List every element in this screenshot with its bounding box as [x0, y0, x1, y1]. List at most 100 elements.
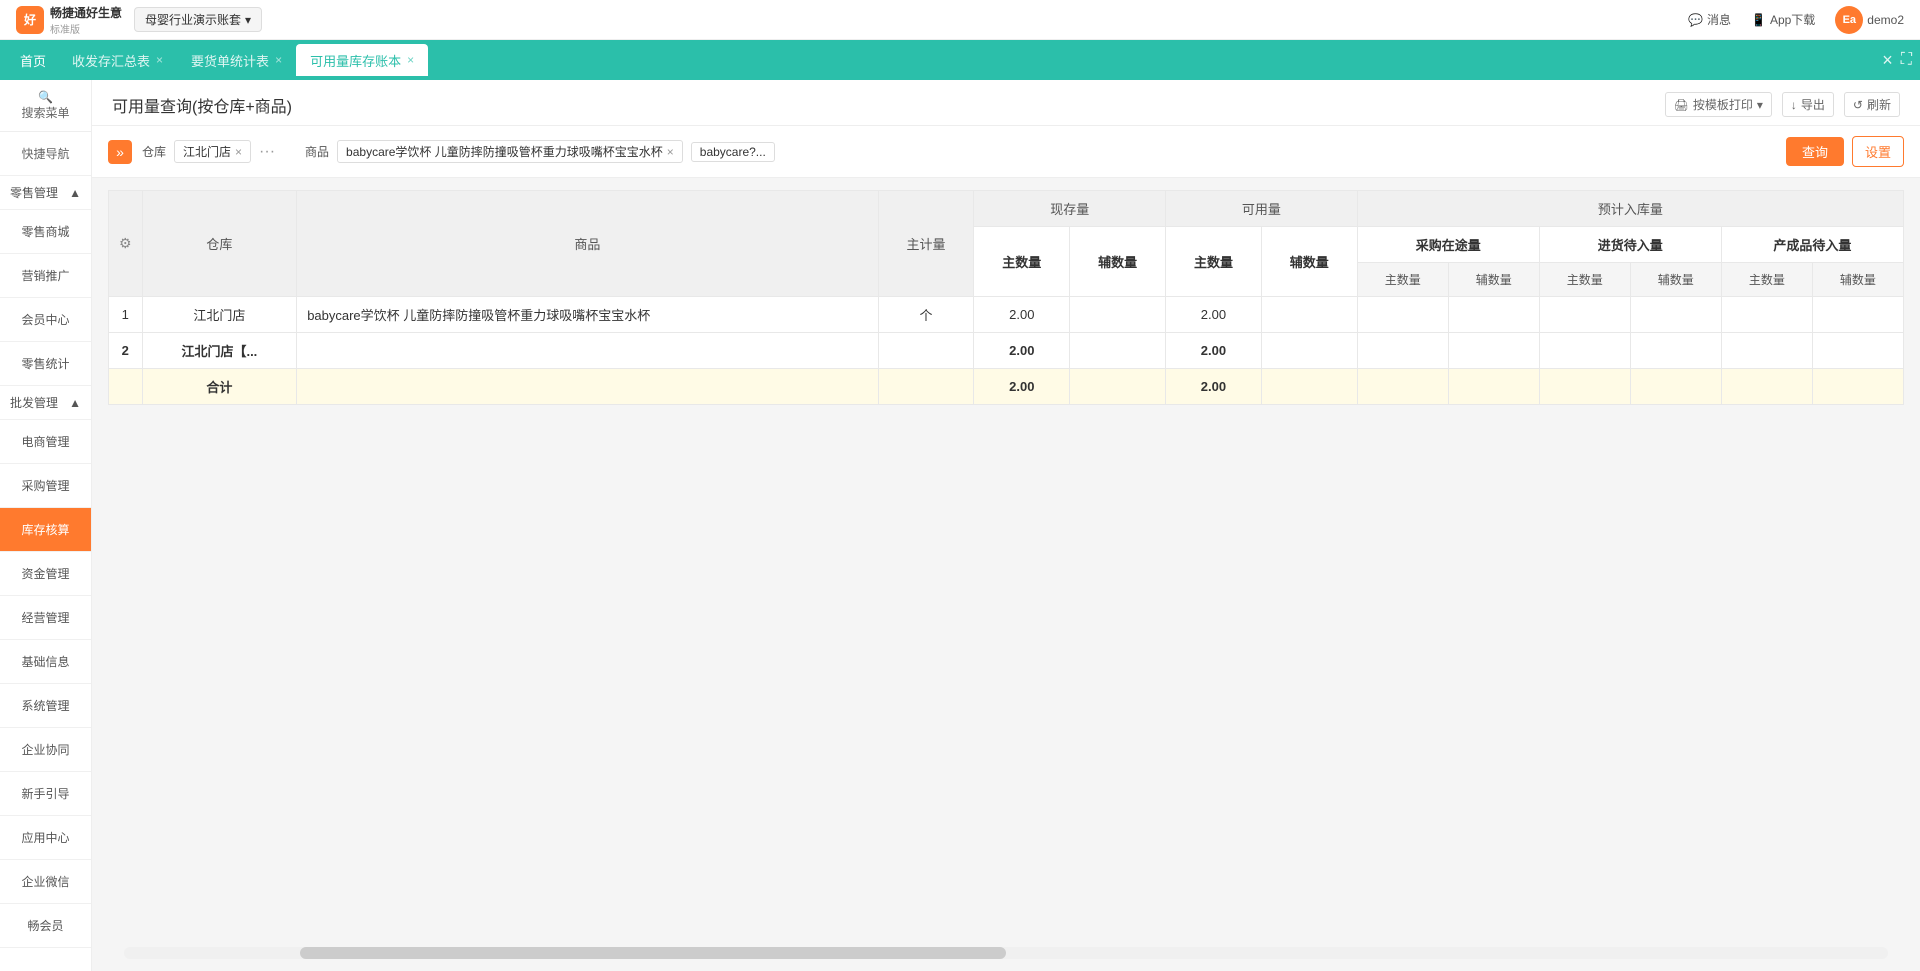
- total-pur2: [1448, 369, 1539, 405]
- sidebar-item-finance[interactable]: 资金管理: [0, 552, 91, 596]
- sidebar-item-enterprise[interactable]: 企业协同: [0, 728, 91, 772]
- print-btn[interactable]: 🖨 按模板打印 ▾: [1665, 92, 1772, 117]
- total-pur1: [1357, 369, 1448, 405]
- sidebar-item-retail-stats[interactable]: 零售统计: [0, 342, 91, 386]
- row2-warehouse: 江北门店【...: [142, 333, 297, 369]
- scrollbar-thumb[interactable]: [300, 947, 1006, 959]
- ecommerce-label: 电商管理: [21, 433, 69, 450]
- sidebar-search[interactable]: 🔍 搜索菜单: [0, 80, 91, 132]
- total-inc1: [1539, 369, 1630, 405]
- product-label: 商品: [305, 143, 329, 160]
- table-row: 2 江北门店【... 2.00 2.00: [109, 333, 1904, 369]
- row2-incoming-main: [1539, 333, 1630, 369]
- row1-product-main: [1721, 297, 1812, 333]
- logo-area: 好 畅捷通好生意 标准版: [16, 4, 122, 36]
- close-all-icon[interactable]: ×: [1882, 50, 1893, 71]
- print-icon: 🖨: [1674, 98, 1689, 112]
- th-settings: ⚙: [109, 191, 143, 297]
- avatar: Ea: [1835, 6, 1863, 34]
- product-tag2[interactable]: babycare?...: [691, 142, 775, 162]
- app-download-btn[interactable]: 📱 App下载: [1751, 11, 1815, 28]
- fullscreen-icon[interactable]: ⛶: [1901, 51, 1912, 69]
- filter-buttons: 查询 设置: [1786, 136, 1904, 167]
- warehouse-tag-close[interactable]: ×: [235, 145, 242, 159]
- total-label: 合计: [142, 369, 297, 405]
- row2-product: [297, 333, 878, 369]
- tab-summary-close[interactable]: ×: [156, 53, 163, 67]
- row2-product-aux: [1812, 333, 1903, 369]
- sidebar-item-retail-mgmt[interactable]: 零售管理 ▲: [0, 176, 91, 210]
- total-current-aux: [1070, 369, 1166, 405]
- print-label: 按模板打印: [1693, 96, 1753, 113]
- tab-summary[interactable]: 收发存汇总表 ×: [58, 44, 177, 76]
- enterprise-label: 企业协同: [21, 741, 69, 758]
- message-label: 消息: [1707, 11, 1731, 28]
- total-empty3: [878, 369, 974, 405]
- tab-available-stock[interactable]: 可用量库存账本 ×: [296, 44, 428, 76]
- message-btn[interactable]: 💬 消息: [1688, 11, 1731, 28]
- sidebar-quick-nav[interactable]: 快捷导航: [0, 132, 91, 176]
- industry-selector[interactable]: 母婴行业演示账套 ▾: [134, 7, 262, 32]
- product-tag1[interactable]: babycare学饮杯 儿童防摔防撞吸管杯重力球吸嘴杯宝宝水杯 ×: [337, 140, 683, 163]
- row1-current-main: 2.00: [974, 297, 1070, 333]
- refresh-btn[interactable]: ↺ 刷新: [1844, 92, 1900, 117]
- app-tag: 标准版: [50, 21, 122, 36]
- row2-current-main: 2.00: [974, 333, 1070, 369]
- sidebar-item-marketing[interactable]: 营销推广: [0, 254, 91, 298]
- filter-toggle[interactable]: »: [108, 140, 132, 164]
- total-available-aux: [1261, 369, 1357, 405]
- data-table: ⚙ 仓库 商品 主计量 现存量 可用量 预计入库量 主数量 辅数量 主数量 辅数…: [108, 190, 1904, 405]
- row2-available-aux: [1261, 333, 1357, 369]
- export-btn[interactable]: ↓ 导出: [1782, 92, 1834, 117]
- content-area: 可用量查询(按仓库+商品) 🖨 按模板打印 ▾ ↓ 导出 ↺ 刷新 »: [92, 80, 1920, 971]
- sidebar-item-purchase[interactable]: 采购管理: [0, 464, 91, 508]
- top-bar-right: 💬 消息 📱 App下载 Ea demo2: [1688, 6, 1904, 34]
- total-empty2: [297, 369, 878, 405]
- th-current-stock: 现存量: [974, 191, 1166, 227]
- sidebar-item-operations[interactable]: 经营管理: [0, 596, 91, 640]
- sidebar-item-newbie[interactable]: 新手引导: [0, 772, 91, 816]
- finance-label: 资金管理: [21, 565, 69, 582]
- sidebar-item-member[interactable]: 畅会员: [0, 904, 91, 948]
- sidebar-item-membership[interactable]: 会员中心: [0, 298, 91, 342]
- tab-home[interactable]: 首页: [8, 44, 58, 76]
- sidebar-item-basic-info[interactable]: 基础信息: [0, 640, 91, 684]
- row1-available-aux: [1261, 297, 1357, 333]
- tab-available-stock-close[interactable]: ×: [407, 53, 414, 67]
- sidebar-item-retail-mall[interactable]: 零售商城: [0, 210, 91, 254]
- refresh-icon: ↺: [1853, 98, 1863, 112]
- member-label: 畅会员: [27, 917, 63, 934]
- row1-product-aux: [1812, 297, 1903, 333]
- th-planned-in: 预计入库量: [1357, 191, 1903, 227]
- tab-order-stats-close[interactable]: ×: [275, 53, 282, 67]
- inventory-label: 库存核算: [21, 521, 69, 538]
- sidebar-item-inventory[interactable]: 库存核算: [0, 508, 91, 552]
- product-tag1-close[interactable]: ×: [667, 145, 674, 159]
- settings-button[interactable]: 设置: [1852, 136, 1904, 167]
- user-name: demo2: [1867, 13, 1904, 27]
- filter-product: 商品 babycare学饮杯 儿童防摔防撞吸管杯重力球吸嘴杯宝宝水杯 × bab…: [305, 140, 775, 163]
- row2-index: 2: [109, 333, 143, 369]
- horizontal-scrollbar[interactable]: [124, 947, 1888, 959]
- tab-order-stats[interactable]: 要货单统计表 ×: [177, 44, 296, 76]
- total-empty1: [109, 369, 143, 405]
- settings-gear-icon[interactable]: ⚙: [119, 235, 132, 251]
- basic-info-label: 基础信息: [21, 653, 69, 670]
- user-area[interactable]: Ea demo2: [1835, 6, 1904, 34]
- warehouse-tag[interactable]: 江北门店 ×: [174, 140, 251, 163]
- retail-mall-label: 零售商城: [21, 223, 69, 240]
- warehouse-more[interactable]: ···: [259, 143, 275, 161]
- tab-home-label: 首页: [20, 51, 46, 70]
- chevron-down-icon2: ▲: [69, 396, 81, 410]
- sidebar-item-app-center[interactable]: 应用中心: [0, 816, 91, 860]
- query-button[interactable]: 查询: [1786, 137, 1844, 166]
- th-product: 商品: [297, 191, 878, 297]
- th-current-main: 主数量: [974, 227, 1070, 297]
- th-available-main: 主数量: [1166, 227, 1262, 297]
- sidebar-item-wechat[interactable]: 企业微信: [0, 860, 91, 904]
- sidebar-item-wholesale-mgmt[interactable]: 批发管理 ▲: [0, 386, 91, 420]
- sidebar-item-ecommerce[interactable]: 电商管理: [0, 420, 91, 464]
- tab-summary-label: 收发存汇总表: [72, 51, 150, 70]
- total-inc2: [1630, 369, 1721, 405]
- sidebar-item-system[interactable]: 系统管理: [0, 684, 91, 728]
